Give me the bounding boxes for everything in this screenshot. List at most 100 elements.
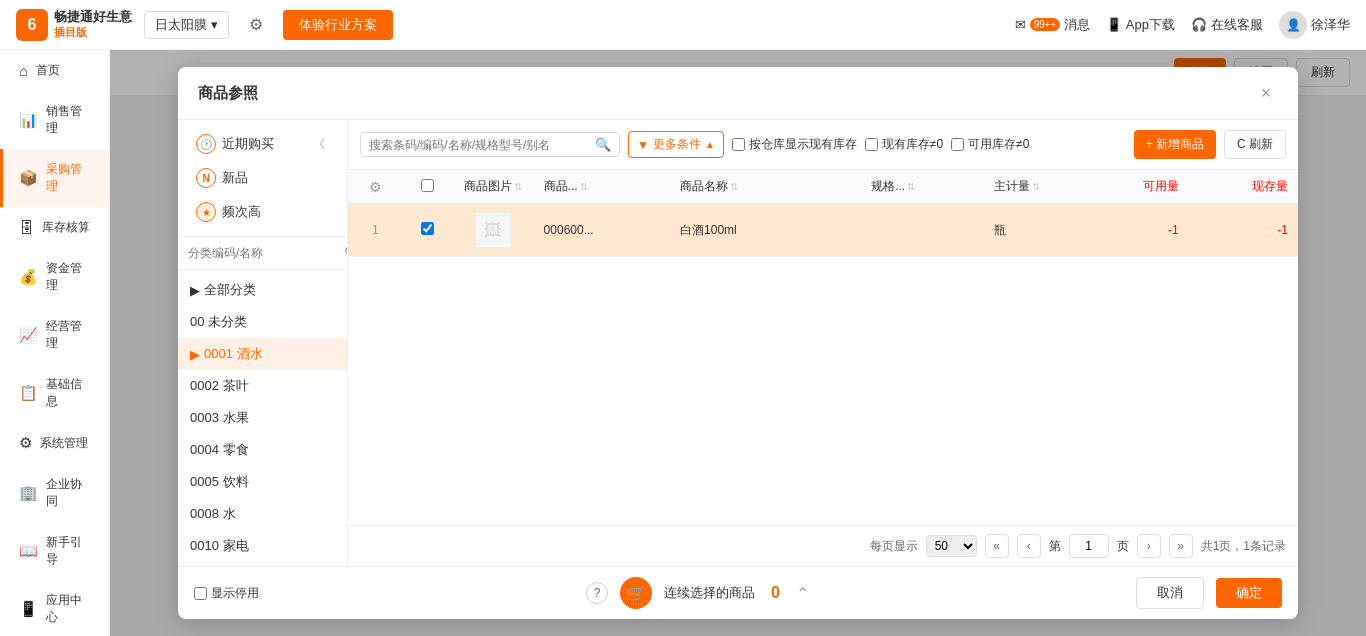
page-size-label: 每页显示 [870,538,918,555]
collapse-footer-icon[interactable]: ⌃ [796,584,809,603]
modal-close-btn[interactable]: × [1254,81,1278,105]
user-item[interactable]: 👤 徐泽华 [1279,11,1350,39]
confirm-btn[interactable]: 确定 [1216,578,1282,608]
col-settings: ⚙ [348,170,403,204]
cat-item-0004[interactable]: 0004 零食 [178,434,347,466]
tenant-selector[interactable]: 日太阳膜 ▾ [144,11,229,39]
row-checkbox-cell[interactable] [403,204,452,257]
last-page-btn[interactable]: » [1169,534,1193,558]
cat-item-0010[interactable]: 0010 家电 [178,530,347,562]
trial-btn[interactable]: 体验行业方案 [283,10,393,40]
col-avail-header[interactable]: 可用量 [1080,170,1189,204]
col-name-header[interactable]: 商品名称⇅ [670,170,861,204]
show-disabled-checkbox[interactable] [194,587,207,600]
row-img-cell: 🖼 [452,204,534,257]
col-spec-header[interactable]: 规格...⇅ [861,170,984,204]
cat-nav-frequent[interactable]: ★ 频次高 [188,196,337,228]
cart-btn[interactable]: 🛒 [620,577,652,609]
cat-item-00[interactable]: 00 未分类 [178,306,347,338]
sidebar-label-inventory: 库存核算 [42,219,90,236]
sidebar-item-basic[interactable]: 📋 基础信息 [0,364,109,422]
page-total: 共1页，1条记录 [1201,538,1286,555]
prev-page-btn[interactable]: ‹ [1017,534,1041,558]
check-stock-nonzero-input[interactable] [865,138,878,151]
cat-item-0005[interactable]: 0005 饮料 [178,466,347,498]
app-download-item[interactable]: 📱 App下载 [1106,16,1175,34]
col-unit-header[interactable]: 主计量⇅ [984,170,1080,204]
sidebar-label-enterprise: 企业协同 [46,476,93,510]
modal-footer: 显示停用 ? 🛒 连续选择的商品 0 ⌃ 取消 确定 [178,566,1298,619]
check-stock-nonzero[interactable]: 现有库存≠0 [865,136,943,153]
product-search-input[interactable] [369,138,589,152]
page-number-input[interactable] [1069,534,1109,558]
logo-icon: 6 [16,9,48,41]
category-search-input[interactable] [188,246,338,260]
sidebar-item-purchase[interactable]: 📦 采购管理 [0,149,109,207]
check-warehouse-input[interactable] [732,138,745,151]
check-warehouse[interactable]: 按仓库显示现有库存 [732,136,857,153]
cat-item-0003[interactable]: 0003 水果 [178,402,347,434]
next-page-btn[interactable]: › [1137,534,1161,558]
refresh-btn[interactable]: C 刷新 [1224,130,1286,159]
help-icon[interactable]: ? [586,582,608,604]
message-label: 消息 [1064,16,1090,34]
col-stock-header[interactable]: 现存量 [1189,170,1298,204]
select-all-checkbox[interactable] [421,179,434,192]
enterprise-icon: 🏢 [19,484,38,502]
row-checkbox[interactable] [421,222,434,235]
purchase-icon: 📦 [19,169,38,187]
first-page-btn[interactable]: « [985,534,1009,558]
add-product-btn[interactable]: + 新增商品 [1134,130,1216,159]
product-data-table: ⚙ 商品图片⇅ [348,170,1298,257]
chevron-down-icon: ▾ [211,17,218,32]
collapse-icon[interactable]: 《 [309,134,329,154]
cat-item-0001[interactable]: ▶ 0001 酒水 [178,338,347,370]
check-avail-nonzero-input[interactable] [951,138,964,151]
sidebar-item-enterprise[interactable]: 🏢 企业协同 [0,464,109,522]
check-avail-nonzero[interactable]: 可用库存≠0 [951,136,1029,153]
sidebar-item-home[interactable]: ⌂ 首页 [0,50,109,91]
modal-body: 🕐 近期购买 《 N 新品 ★ 频次高 [178,120,1298,566]
more-filter-btn[interactable]: ▼ 更多条件 ▲ [628,131,724,158]
sidebar-item-inventory[interactable]: 🗄 库存核算 [0,207,109,248]
sidebar-item-operation[interactable]: 📈 经营管理 [0,306,109,364]
settings-icon[interactable]: ⚙ [241,10,271,40]
message-nav-item[interactable]: ✉ 99++ 消息 [1015,16,1090,34]
product-table: ⚙ 商品图片⇅ [348,170,1298,525]
brand-sub: 插目版 [54,25,132,40]
sidebar-item-finance[interactable]: 💰 资金管理 [0,248,109,306]
sidebar-item-apps[interactable]: 📱 应用中心 [0,580,109,636]
service-item[interactable]: 🎧 在线客服 [1191,16,1263,34]
operation-icon: 📈 [19,326,38,344]
cat-nav-new[interactable]: N 新品 [188,162,337,194]
filter-label: 更多条件 [653,136,701,153]
row-num: 1 [348,204,403,257]
row-stock: -1 [1189,204,1298,257]
mobile-icon: 📱 [1106,17,1122,32]
cat-nav-new-label: 新品 [222,169,248,187]
sidebar-item-sales[interactable]: 📊 销售管理 [0,91,109,149]
cat-item-0008[interactable]: 0008 水 [178,498,347,530]
product-reference-modal: 商品参照 × 🕐 近期购买 《 N [178,67,1298,619]
col-img-header: 商品图片⇅ [452,170,534,204]
page-size-select[interactable]: 50 100 [926,535,977,557]
message-badge: 99++ [1030,18,1060,31]
sidebar-item-system[interactable]: ⚙ 系统管理 [0,422,109,464]
table-row[interactable]: 1 🖼 000600... 白酒100ml 瓶 -1 -1 [348,204,1298,257]
sidebar-item-guide[interactable]: 📖 新手引导 [0,522,109,580]
cat-nav-recent-label: 近期购买 [222,135,274,153]
cat-item-all[interactable]: ▶ 全部分类 [178,274,347,306]
cat-nav-recent[interactable]: 🕐 近期购买 《 [188,128,337,160]
sidebar-label-sales: 销售管理 [46,103,93,137]
cancel-btn[interactable]: 取消 [1136,577,1204,609]
table-settings-icon[interactable]: ⚙ [369,179,382,195]
cat-item-0002[interactable]: 0002 茶叶 [178,370,347,402]
apps-icon: 📱 [19,600,38,618]
tenant-name: 日太阳膜 [155,16,207,34]
cat-0002-label: 0002 茶叶 [190,377,249,395]
col-code-header[interactable]: 商品...⇅ [534,170,670,204]
main-layout: ⌂ 首页 📊 销售管理 📦 采购管理 🗄 库存核算 💰 资金管理 📈 经营管理 … [0,50,1366,636]
show-disabled-label[interactable]: 显示停用 [194,585,259,602]
sidebar: ⌂ 首页 📊 销售管理 📦 采购管理 🗄 库存核算 💰 资金管理 📈 经营管理 … [0,50,110,636]
inventory-icon: 🗄 [19,219,34,236]
